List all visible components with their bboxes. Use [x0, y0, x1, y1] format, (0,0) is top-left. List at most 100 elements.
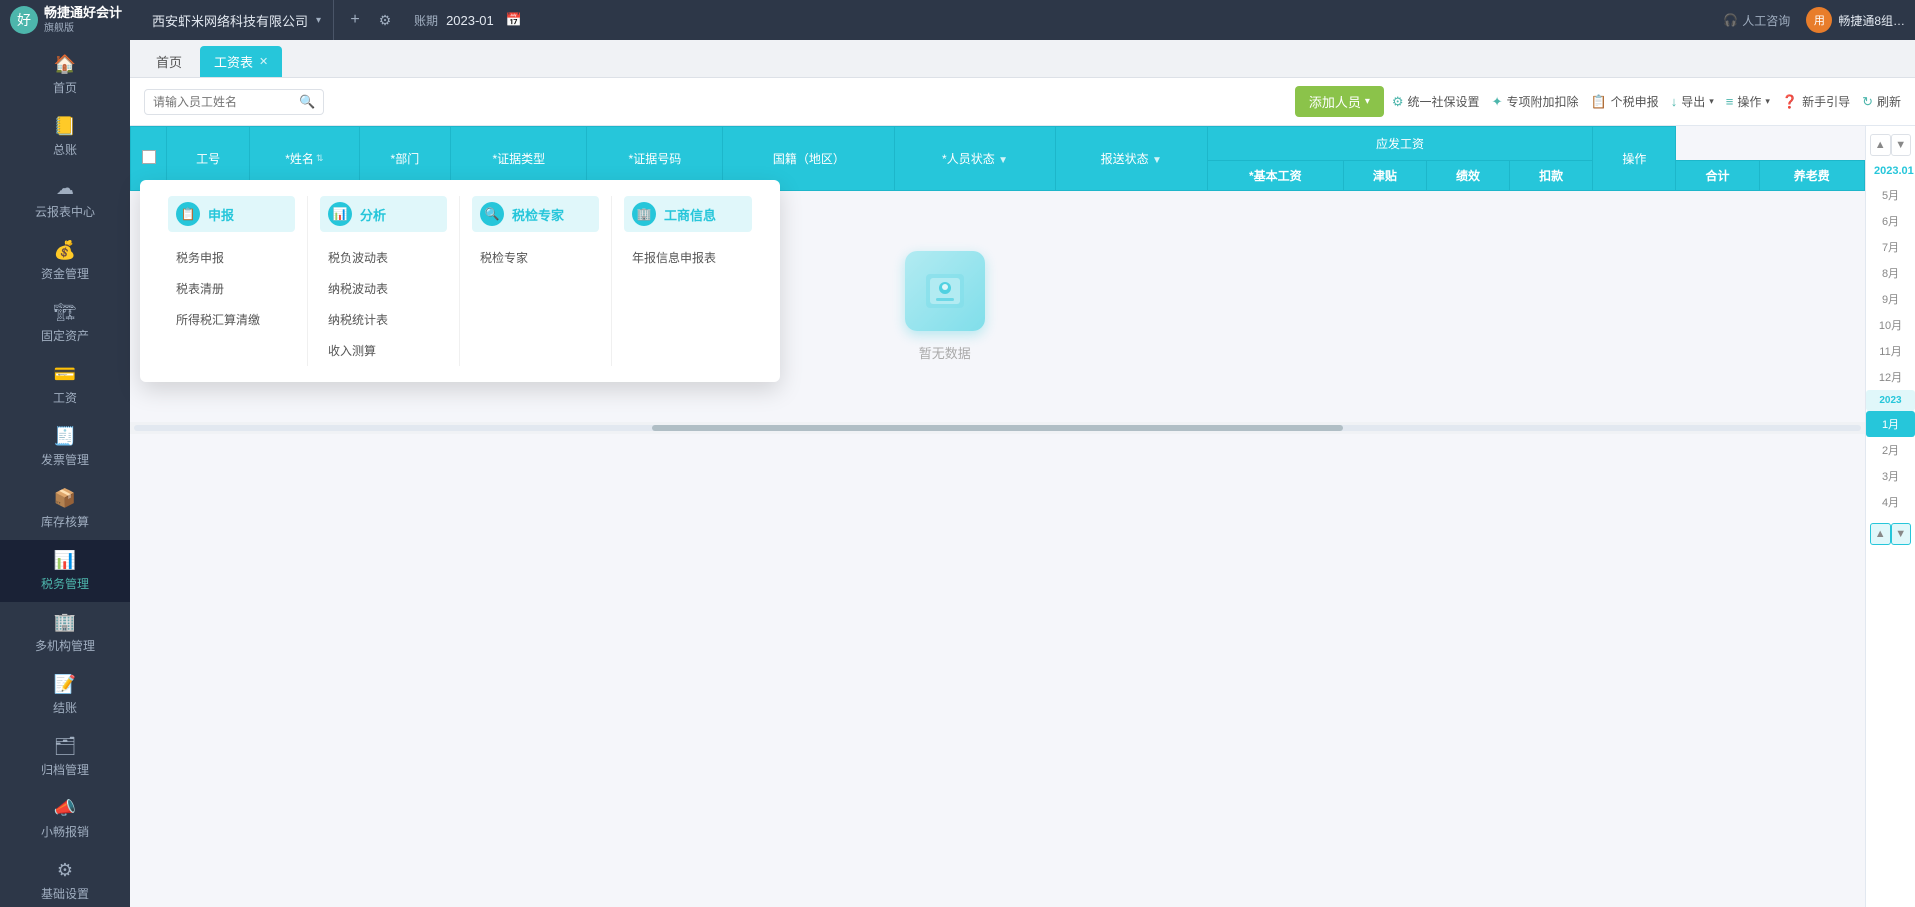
sidebar-item-archive[interactable]: 🗂 归档管理 — [0, 726, 130, 788]
right-panel: ▲ ▼ 2023.01 5月 6月 7月 8月 9月 10月 11月 12月 2… — [1865, 126, 1915, 907]
business-icon: 🏢 — [632, 202, 656, 226]
sidebar-item-cloud[interactable]: ☁ 云报表中心 — [0, 168, 130, 230]
search-icon: 🔍 — [299, 94, 315, 110]
sidebar-label-home: 首页 — [53, 79, 77, 96]
select-all-checkbox[interactable] — [142, 150, 156, 164]
add-company-button[interactable]: + — [344, 9, 366, 31]
sidebar-item-inventory[interactable]: 📦 库存核算 — [0, 478, 130, 540]
sidebar-label-ledger: 总账 — [53, 141, 77, 158]
item-income-calc[interactable]: 收入测算 — [320, 335, 447, 366]
help-button[interactable]: 🎧 人工咨询 — [1723, 12, 1790, 29]
month-11[interactable]: 11月 — [1866, 338, 1915, 364]
sidebar-label-archive: 归档管理 — [41, 761, 89, 778]
refresh-button[interactable]: ↻ 刷新 — [1862, 93, 1901, 110]
add-person-label: 添加人员 — [1309, 92, 1361, 111]
add-person-button[interactable]: 添加人员 ▾ — [1295, 86, 1384, 117]
tax-icon: 📊 — [54, 550, 76, 571]
sidebar-item-expense[interactable]: 📣 小畅报销 — [0, 788, 130, 850]
company-name: 西安虾米网络科技有限公司 — [152, 11, 308, 30]
sidebar-item-ledger[interactable]: 📒 总账 — [0, 106, 130, 168]
panel-bottom-up[interactable]: ▲ — [1870, 523, 1891, 545]
sidebar-item-settings[interactable]: ⚙ 基础设置 — [0, 850, 130, 907]
sidebar-item-assets[interactable]: 🏗 固定资产 — [0, 292, 130, 354]
user-area[interactable]: 用 畅捷通8组… — [1806, 7, 1905, 33]
th-base-salary: *基本工资 — [1207, 161, 1343, 191]
th-report-status[interactable]: 报送状态 ▼ — [1055, 127, 1207, 191]
sort-icon: ⇅ — [316, 153, 324, 164]
month-5[interactable]: 5月 — [1866, 182, 1915, 208]
refresh-label: 刷新 — [1877, 93, 1901, 110]
archive-icon: 🗂 — [54, 736, 77, 757]
panel-down-button[interactable]: ▼ — [1891, 134, 1912, 156]
status-filter-icon[interactable]: ▼ — [998, 155, 1008, 166]
item-tax-filing[interactable]: 税务申报 — [168, 242, 295, 273]
item-tax-expert[interactable]: 税检专家 — [472, 242, 599, 273]
tab-salary[interactable]: 工资表 ✕ — [200, 46, 282, 77]
month-3[interactable]: 3月 — [1866, 463, 1915, 489]
logo-sub: 旗舰版 — [44, 22, 122, 35]
month-8[interactable]: 8月 — [1866, 260, 1915, 286]
month-7[interactable]: 7月 — [1866, 234, 1915, 260]
panel-year-display: 2023.01 — [1866, 160, 1915, 182]
item-tax-wave[interactable]: 纳税波动表 — [320, 273, 447, 304]
shenb-title: 申报 — [208, 205, 234, 224]
no-data-text: 暂无数据 — [919, 343, 971, 362]
no-data-icon — [905, 251, 985, 331]
month-12[interactable]: 12月 — [1866, 364, 1915, 390]
sidebar-label-funds: 资金管理 — [41, 265, 89, 282]
tax-report-button[interactable]: 📋 个税申报 — [1590, 93, 1658, 110]
tab-home[interactable]: 首页 — [142, 46, 196, 77]
invoice-icon: 🧾 — [54, 426, 76, 447]
deduction-button[interactable]: ✦ 专项附加扣除 — [1492, 93, 1579, 110]
scrollbar-thumb[interactable] — [652, 425, 1343, 431]
guide-toolbar-icon: ❓ — [1782, 94, 1798, 110]
operation-button[interactable]: ≡ 操作 ▾ — [1726, 93, 1770, 110]
sidebar-item-salary[interactable]: 💳 工资 — [0, 354, 130, 416]
panel-up-button[interactable]: ▲ — [1870, 134, 1891, 156]
tab-salary-label: 工资表 — [214, 52, 253, 71]
logo-main: 畅捷通好会计 — [44, 5, 122, 22]
calendar-icon[interactable]: 📅 — [506, 12, 522, 28]
tax-report-label: 个税申报 — [1611, 93, 1659, 110]
search-input[interactable] — [153, 95, 293, 109]
month-4[interactable]: 4月 — [1866, 489, 1915, 515]
company-selector[interactable]: 西安虾米网络科技有限公司 ▾ — [140, 0, 334, 40]
sidebar-item-invoice[interactable]: 🧾 发票管理 — [0, 416, 130, 478]
business-title: 工商信息 — [664, 205, 716, 224]
sidebar-item-tax[interactable]: 📊 税务管理 — [0, 540, 130, 602]
header-right: 🎧 人工咨询 用 畅捷通8组… — [1723, 7, 1905, 33]
logo-text: 畅捷通好会计 旗舰版 — [44, 5, 122, 35]
sidebar-item-funds[interactable]: 💰 资金管理 — [0, 230, 130, 292]
export-button[interactable]: ↓ 导出 ▾ — [1671, 93, 1714, 110]
th-payroll-group: 应发工资 — [1207, 127, 1593, 161]
social-security-button[interactable]: ⚙ 统一社保设置 — [1392, 93, 1480, 110]
th-deductions: 扣款 — [1510, 161, 1593, 191]
item-tax-form[interactable]: 税表清册 — [168, 273, 295, 304]
month-9[interactable]: 9月 — [1866, 286, 1915, 312]
tab-close-icon[interactable]: ✕ — [259, 55, 268, 68]
item-tax-burden[interactable]: 税负波动表 — [320, 242, 447, 273]
th-operations: 操作 — [1593, 127, 1676, 191]
month-6[interactable]: 6月 — [1866, 208, 1915, 234]
item-tax-stats[interactable]: 纳税统计表 — [320, 304, 447, 335]
table-scrollbar[interactable] — [130, 422, 1865, 434]
month-2[interactable]: 2月 — [1866, 437, 1915, 463]
item-annual-tax[interactable]: 所得税汇算清缴 — [168, 304, 295, 335]
month-10[interactable]: 10月 — [1866, 312, 1915, 338]
settings-button[interactable]: ⚙ — [374, 9, 396, 31]
th-status[interactable]: *人员状态 ▼ — [895, 127, 1056, 191]
dropdown-menu: 📋 申报 税务申报 税表清册 所得税汇算清缴 📊 分析 税负波动表 纳税波动表 … — [140, 180, 780, 382]
social-security-label: 统一社保设置 — [1408, 93, 1480, 110]
toolbar-actions: ⚙ 统一社保设置 ✦ 专项附加扣除 📋 个税申报 ↓ 导出 ▾ ≡ — [1392, 93, 1901, 110]
report-filter-icon[interactable]: ▼ — [1152, 155, 1162, 166]
sidebar-item-home[interactable]: 🏠 首页 — [0, 44, 130, 106]
sidebar-item-multi[interactable]: 🏢 多机构管理 — [0, 602, 130, 664]
guide-button[interactable]: ❓ 新手引导 — [1782, 93, 1850, 110]
add-person-chevron-icon: ▾ — [1365, 96, 1370, 107]
dropdown-header-expert: 🔍 税检专家 — [472, 196, 599, 232]
th-pension: 养老费 — [1759, 161, 1864, 191]
item-annual-report[interactable]: 年报信息申报表 — [624, 242, 752, 273]
month-1-active[interactable]: 1月 — [1866, 411, 1915, 437]
panel-bottom-down[interactable]: ▼ — [1891, 523, 1912, 545]
sidebar-item-closing[interactable]: 📝 结账 — [0, 664, 130, 726]
